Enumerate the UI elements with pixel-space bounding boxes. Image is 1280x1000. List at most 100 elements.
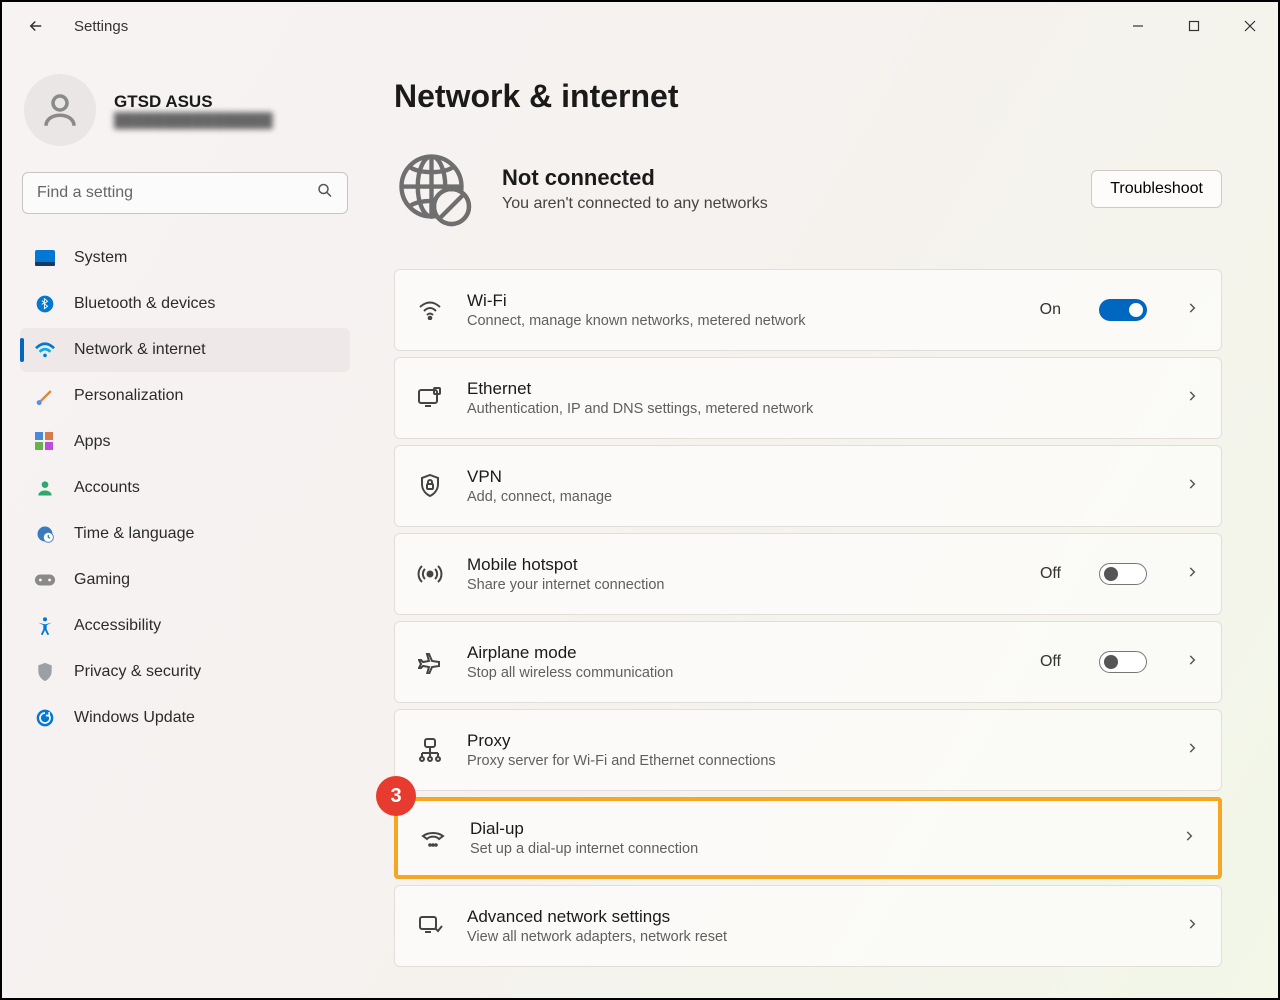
card-title: Dial-up xyxy=(470,819,1158,839)
sidebar-item-accounts[interactable]: Accounts xyxy=(20,466,350,510)
card-wifi[interactable]: Wi-Fi Connect, manage known networks, me… xyxy=(394,269,1222,351)
card-hotspot[interactable]: Mobile hotspot Share your internet conne… xyxy=(394,533,1222,615)
sidebar-item-apps[interactable]: Apps xyxy=(20,420,350,464)
user-block[interactable]: GTSD ASUS ████████████████ xyxy=(20,68,350,166)
avatar xyxy=(24,74,96,146)
chevron-right-icon xyxy=(1185,741,1199,760)
sidebar-item-gaming[interactable]: Gaming xyxy=(20,558,350,602)
card-ethernet[interactable]: Ethernet Authentication, IP and DNS sett… xyxy=(394,357,1222,439)
minimize-button[interactable] xyxy=(1110,6,1166,46)
card-subtitle: Stop all wireless communication xyxy=(467,665,1016,681)
sidebar-item-network[interactable]: Network & internet xyxy=(20,328,350,372)
apps-icon xyxy=(34,431,56,453)
wifi-toggle[interactable] xyxy=(1099,299,1147,321)
card-dialup[interactable]: Dial-up Set up a dial-up internet connec… xyxy=(394,797,1222,879)
card-subtitle: Set up a dial-up internet connection xyxy=(470,841,1158,857)
card-airplane[interactable]: Airplane mode Stop all wireless communic… xyxy=(394,621,1222,703)
sidebar-item-label: Accessibility xyxy=(74,617,161,635)
wifi-icon xyxy=(34,339,56,361)
card-title: VPN xyxy=(467,467,1161,487)
shield-lock-icon xyxy=(417,473,443,499)
card-subtitle: Add, connect, manage xyxy=(467,489,1161,505)
card-title: Ethernet xyxy=(467,379,1161,399)
chevron-right-icon xyxy=(1185,301,1199,320)
chevron-right-icon xyxy=(1185,477,1199,496)
chevron-right-icon xyxy=(1185,389,1199,408)
chevron-right-icon xyxy=(1185,653,1199,672)
card-proxy[interactable]: Proxy Proxy server for Wi-Fi and Etherne… xyxy=(394,709,1222,791)
user-name: GTSD ASUS xyxy=(114,92,273,112)
card-subtitle: Authentication, IP and DNS settings, met… xyxy=(467,401,1161,417)
back-button[interactable] xyxy=(20,10,52,42)
sidebar-item-label: Accounts xyxy=(74,479,140,497)
sidebar-item-label: Bluetooth & devices xyxy=(74,295,215,313)
gamepad-icon xyxy=(34,569,56,591)
card-title: Proxy xyxy=(467,731,1161,751)
chevron-right-icon xyxy=(1182,829,1196,848)
user-email: ████████████████ xyxy=(114,112,273,128)
brush-icon xyxy=(34,385,56,407)
main-content: Network & internet Not connected You are… xyxy=(362,50,1278,998)
sidebar-item-time[interactable]: Time & language xyxy=(20,512,350,556)
card-subtitle: Proxy server for Wi-Fi and Ethernet conn… xyxy=(467,753,1161,769)
status-block: Not connected You aren't connected to an… xyxy=(394,149,1222,229)
hotspot-toggle[interactable] xyxy=(1099,563,1147,585)
troubleshoot-button[interactable]: Troubleshoot xyxy=(1091,170,1222,208)
maximize-button[interactable] xyxy=(1166,6,1222,46)
dialup-icon xyxy=(420,825,446,851)
card-subtitle: View all network adapters, network reset xyxy=(467,929,1161,945)
titlebar: Settings xyxy=(2,2,1278,50)
sidebar-item-label: Privacy & security xyxy=(74,663,201,681)
update-icon xyxy=(34,707,56,729)
shield-icon xyxy=(34,661,56,683)
sidebar-item-label: Windows Update xyxy=(74,709,195,727)
sidebar-item-personalization[interactable]: Personalization xyxy=(20,374,350,418)
close-button[interactable] xyxy=(1222,6,1278,46)
sidebar-item-label: Apps xyxy=(74,433,110,451)
proxy-icon xyxy=(417,737,443,763)
step-badge: 3 xyxy=(376,776,416,816)
sidebar: GTSD ASUS ████████████████ System Blueto… xyxy=(2,50,362,998)
sidebar-item-update[interactable]: Windows Update xyxy=(20,696,350,740)
sidebar-item-label: Personalization xyxy=(74,387,183,405)
card-vpn[interactable]: VPN Add, connect, manage xyxy=(394,445,1222,527)
card-subtitle: Connect, manage known networks, metered … xyxy=(467,313,1016,329)
nav-list: System Bluetooth & devices Network & int… xyxy=(20,236,350,740)
sidebar-item-bluetooth[interactable]: Bluetooth & devices xyxy=(20,282,350,326)
sidebar-item-privacy[interactable]: Privacy & security xyxy=(20,650,350,694)
airplane-icon xyxy=(417,649,443,675)
chevron-right-icon xyxy=(1185,565,1199,584)
hotspot-state: Off xyxy=(1040,565,1061,583)
search-input[interactable] xyxy=(22,172,348,214)
search-icon xyxy=(316,182,334,205)
globe-disconnected-icon xyxy=(394,149,474,229)
system-icon xyxy=(34,247,56,269)
accounts-icon xyxy=(34,477,56,499)
sidebar-item-label: System xyxy=(74,249,127,267)
sidebar-item-accessibility[interactable]: Accessibility xyxy=(20,604,350,648)
airplane-toggle[interactable] xyxy=(1099,651,1147,673)
sidebar-item-system[interactable]: System xyxy=(20,236,350,280)
annotation-highlight: 3 Dial-up Set up a dial-up internet conn… xyxy=(394,794,1222,879)
accessibility-icon xyxy=(34,615,56,637)
clock-globe-icon xyxy=(34,523,56,545)
card-title: Wi-Fi xyxy=(467,291,1016,311)
status-subtitle: You aren't connected to any networks xyxy=(502,195,768,213)
card-title: Advanced network settings xyxy=(467,907,1161,927)
hotspot-icon xyxy=(417,561,443,587)
card-title: Mobile hotspot xyxy=(467,555,1016,575)
sidebar-item-label: Network & internet xyxy=(74,341,206,359)
card-title: Airplane mode xyxy=(467,643,1016,663)
status-title: Not connected xyxy=(502,165,768,191)
wifi-icon xyxy=(417,297,443,323)
airplane-state: Off xyxy=(1040,653,1061,671)
sidebar-item-label: Gaming xyxy=(74,571,130,589)
advanced-network-icon xyxy=(417,913,443,939)
card-subtitle: Share your internet connection xyxy=(467,577,1016,593)
ethernet-icon xyxy=(417,385,443,411)
wifi-state: On xyxy=(1040,301,1061,319)
bluetooth-icon xyxy=(34,293,56,315)
page-title: Network & internet xyxy=(394,78,1222,115)
sidebar-item-label: Time & language xyxy=(74,525,194,543)
card-advanced[interactable]: Advanced network settings View all netwo… xyxy=(394,885,1222,967)
